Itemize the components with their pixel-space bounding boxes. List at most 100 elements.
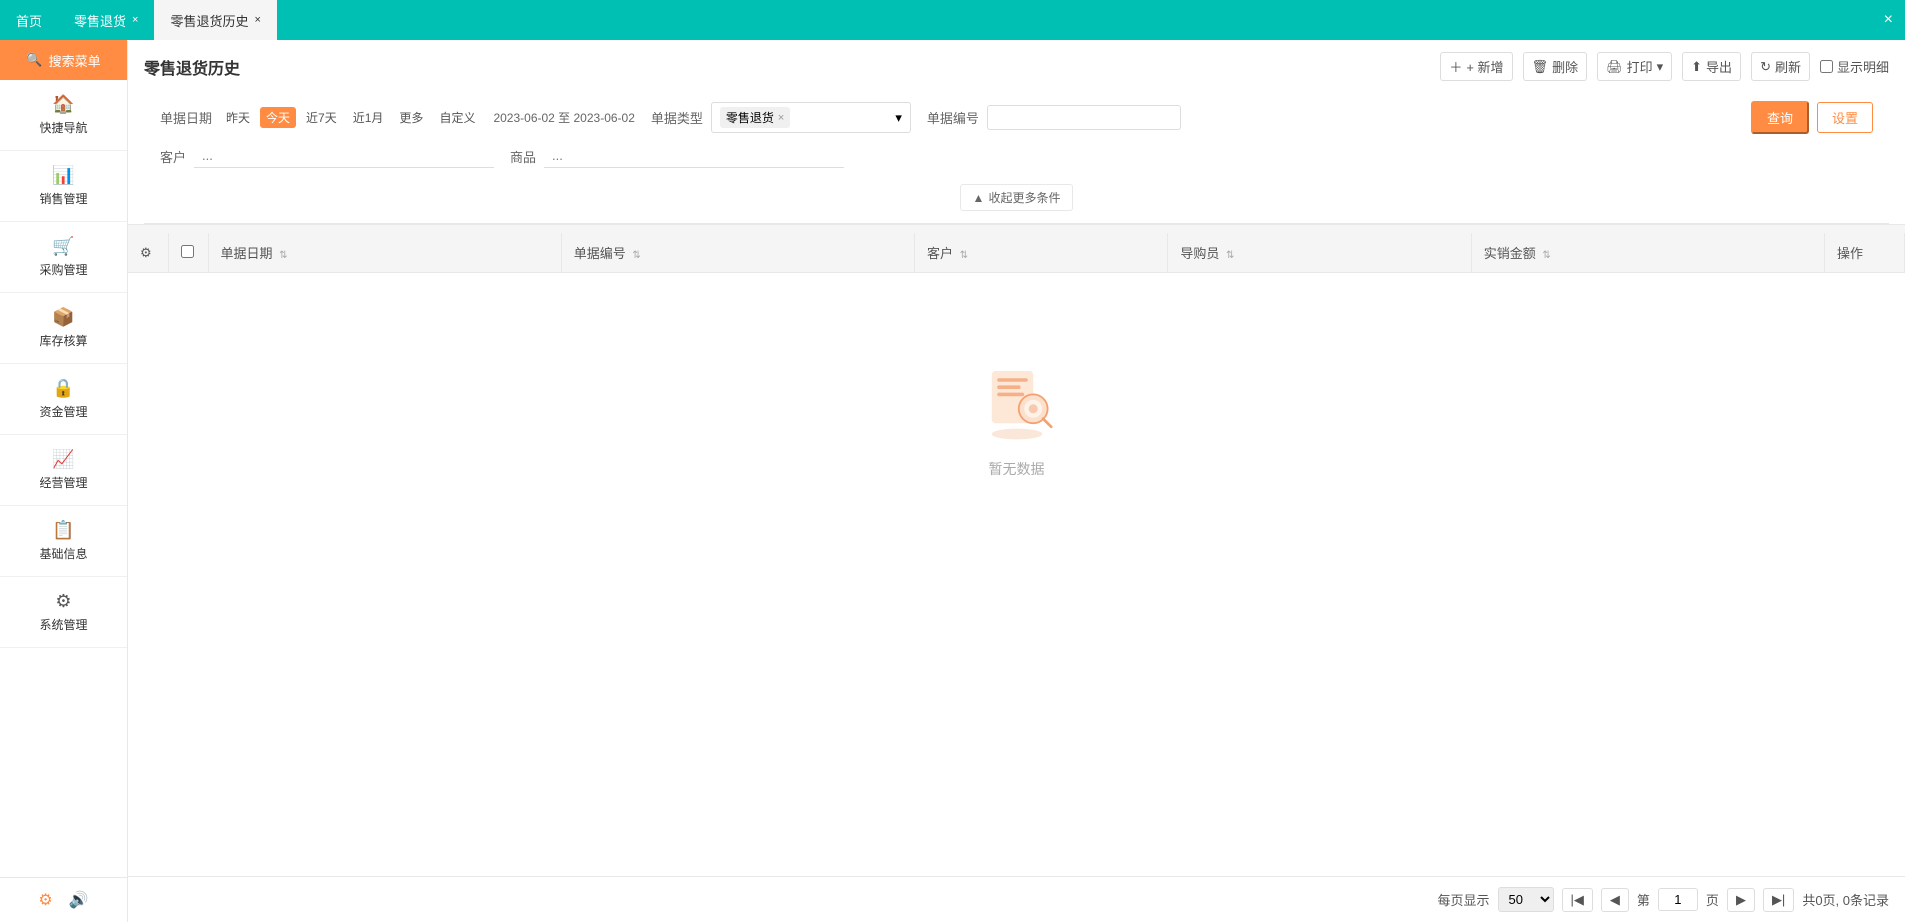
- sidebar-item-快捷导航[interactable]: 🏠快捷导航: [0, 80, 127, 151]
- date-option-昨天[interactable]: 昨天: [220, 107, 256, 128]
- data-table: ⚙ 单据日期 ⇅ 单据编号 ⇅ 客户: [128, 233, 1905, 273]
- page-header: 零售退货历史 ＋ + 新增 🗑 删除 🖨 打印 ▾: [128, 40, 1905, 225]
- type-filter-label: 单据类型: [651, 108, 703, 127]
- sort-amount-icon[interactable]: ⇅: [1542, 250, 1550, 261]
- empty-icon: [972, 353, 1062, 443]
- goods-filter-input[interactable]: [544, 144, 844, 168]
- last-page-button[interactable]: ▶|: [1763, 888, 1794, 912]
- tab-首页[interactable]: 首页: [0, 0, 58, 40]
- table-container: ⚙ 单据日期 ⇅ 单据编号 ⇅ 客户: [128, 233, 1905, 876]
- th-number-label: 单据编号: [574, 246, 626, 261]
- sidebar-bottom: ⚙ 🔊: [0, 877, 127, 922]
- sidebar-icon-基础信息: 📋: [52, 520, 74, 541]
- top-bar: 首页零售退货×零售退货历史× ×: [0, 0, 1905, 40]
- sidebar-item-经营管理[interactable]: 📈经营管理: [0, 435, 127, 506]
- pagination-bar: 每页显示 50 20 100 |◀ ◀ 第 页 ▶ ▶| 共0页, 0条记录: [128, 876, 1905, 922]
- add-icon: ＋: [1449, 57, 1462, 76]
- sidebar-label-采购管理: 采购管理: [39, 261, 87, 278]
- sidebar-search[interactable]: 🔍 搜索菜单: [0, 40, 127, 80]
- export-button[interactable]: ⬆ 导出: [1682, 52, 1741, 81]
- tab-list: 首页零售退货×零售退货历史×: [0, 0, 1872, 40]
- sidebar-item-系统管理[interactable]: ⚙系统管理: [0, 577, 127, 648]
- sidebar-item-采购管理[interactable]: 🛒 采购管理: [0, 222, 127, 293]
- add-button[interactable]: ＋ + 新增: [1440, 52, 1512, 81]
- th-settings[interactable]: ⚙: [128, 233, 168, 273]
- print-dropdown-icon: ▾: [1657, 59, 1664, 75]
- sidebar-icon-资金管理: 🔒: [52, 378, 74, 399]
- delete-button[interactable]: 🗑 删除: [1523, 52, 1588, 81]
- print-button[interactable]: 🖨 打印 ▾: [1597, 52, 1672, 81]
- main-layout: 🔍 搜索菜单 🏠快捷导航📊销售管理 🛒 采购管理 📦 库存核算 🔒 资金管理 📈经营管理📋基础…: [0, 40, 1905, 922]
- date-option-近7天[interactable]: 近7天: [300, 107, 343, 128]
- date-option-今天[interactable]: 今天: [260, 107, 296, 128]
- sort-date-icon[interactable]: ⇅: [279, 250, 287, 261]
- tab-零售退货历史[interactable]: 零售退货历史×: [154, 0, 276, 40]
- select-all-checkbox[interactable]: [181, 245, 194, 258]
- sidebar-item-基础信息[interactable]: 📋基础信息: [0, 506, 127, 577]
- search-icon: 🔍: [26, 52, 42, 68]
- sidebar-icon-库存核算: 📦: [52, 307, 74, 328]
- current-page-input[interactable]: [1658, 888, 1698, 911]
- th-checkbox: [168, 233, 208, 273]
- page-label: 第: [1637, 890, 1650, 909]
- sort-guide-icon[interactable]: ⇅: [1226, 250, 1234, 261]
- next-page-button[interactable]: ▶: [1727, 888, 1755, 912]
- per-page-label: 每页显示: [1438, 890, 1490, 909]
- sidebar-item-资金管理[interactable]: 🔒 资金管理: [0, 364, 127, 435]
- date-option-近1月[interactable]: 近1月: [347, 107, 390, 128]
- refresh-button[interactable]: ↻ 刷新: [1751, 52, 1810, 81]
- delete-icon: 🗑: [1532, 59, 1549, 75]
- settings-bottom-icon[interactable]: ⚙: [38, 890, 52, 910]
- sidebar-label-快捷导航: 快捷导航: [39, 119, 87, 136]
- type-filter-select[interactable]: 零售退货 × ▾: [711, 102, 911, 133]
- sidebar-item-库存核算[interactable]: 📦 库存核算: [0, 293, 127, 364]
- print-icon: 🖨: [1606, 59, 1623, 75]
- sidebar-label-资金管理: 资金管理: [39, 403, 87, 420]
- table-header-row: ⚙ 单据日期 ⇅ 单据编号 ⇅ 客户: [128, 233, 1905, 273]
- filter-row-2: 客户 商品: [160, 144, 1873, 168]
- date-options: 昨天今天近7天近1月更多自定义: [220, 107, 481, 128]
- customer-filter-input[interactable]: [194, 144, 494, 168]
- tab-close-零售退货[interactable]: ×: [132, 14, 138, 26]
- delete-label: 删除: [1552, 57, 1578, 76]
- total-text: 共0页, 0条记录: [1802, 890, 1889, 909]
- volume-icon[interactable]: 🔊: [69, 890, 89, 910]
- sidebar-label-库存核算: 库存核算: [39, 332, 87, 349]
- tab-close-零售退货历史[interactable]: ×: [254, 14, 260, 26]
- refresh-icon: ↻: [1760, 59, 1771, 75]
- date-filter-label: 单据日期: [160, 108, 212, 127]
- date-option-自定义[interactable]: 自定义: [433, 107, 481, 128]
- refresh-label: 刷新: [1775, 57, 1801, 76]
- type-filter-tag: 零售退货 ×: [720, 107, 790, 128]
- type-filter-group: 单据类型 零售退货 × ▾: [651, 102, 911, 133]
- prev-page-button[interactable]: ◀: [1601, 888, 1629, 912]
- sidebar-icon-经营管理: 📈: [52, 449, 74, 470]
- window-close-button[interactable]: ×: [1872, 11, 1905, 29]
- first-page-button[interactable]: |◀: [1562, 888, 1593, 912]
- number-filter-input[interactable]: [987, 105, 1181, 130]
- empty-text: 暂无数据: [989, 459, 1045, 479]
- th-customer-label: 客户: [927, 246, 953, 261]
- tab-零售退货[interactable]: 零售退货×: [58, 0, 154, 40]
- show-detail-checkbox[interactable]: [1820, 60, 1833, 73]
- sidebar-item-销售管理[interactable]: 📊销售管理: [0, 151, 127, 222]
- th-date: 单据日期 ⇅: [208, 233, 561, 273]
- sort-customer-icon[interactable]: ⇅: [960, 250, 968, 261]
- type-dropdown-icon: ▾: [895, 110, 902, 126]
- th-guide: 导购员 ⇅: [1168, 233, 1471, 273]
- type-filter-remove[interactable]: ×: [778, 112, 784, 124]
- print-label: 打印: [1627, 57, 1653, 76]
- sidebar-icon-采购管理: 🛒: [52, 236, 74, 257]
- per-page-select[interactable]: 50 20 100: [1498, 887, 1554, 912]
- sort-number-icon[interactable]: ⇅: [632, 250, 640, 261]
- th-amount-label: 实销金额: [1484, 246, 1536, 261]
- query-button[interactable]: 查询: [1751, 101, 1809, 134]
- setting-button[interactable]: 设置: [1817, 102, 1873, 133]
- collapse-btn[interactable]: ▲ 收起更多条件: [960, 184, 1074, 211]
- th-action-label: 操作: [1837, 246, 1863, 261]
- th-customer: 客户 ⇅: [914, 233, 1167, 273]
- empty-state: 暂无数据: [128, 273, 1905, 559]
- sidebar-icon-销售管理: 📊: [52, 165, 74, 186]
- page-actions: ＋ + 新增 🗑 删除 🖨 打印 ▾ ⬆ 导出: [1440, 52, 1889, 81]
- date-option-更多[interactable]: 更多: [393, 107, 429, 128]
